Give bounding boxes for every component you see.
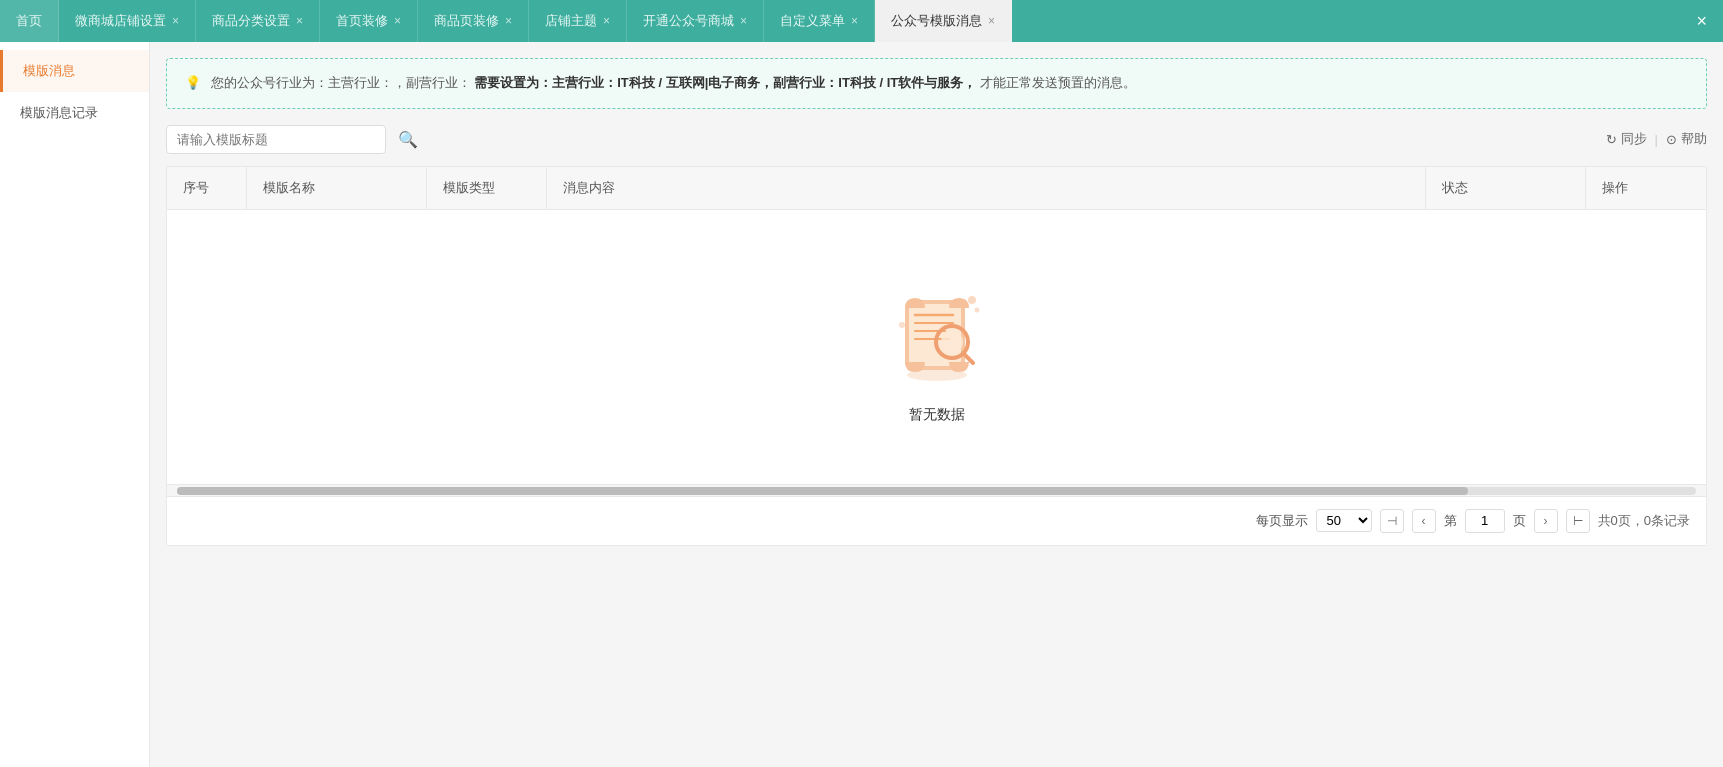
page-label: 第 [1444, 512, 1457, 530]
tab-menu-close[interactable]: × [851, 15, 858, 27]
page-size-label: 每页显示 [1256, 512, 1308, 530]
total-info: 共0页，0条记录 [1598, 512, 1690, 530]
col-type: 模版类型 [427, 167, 547, 209]
svg-point-12 [899, 322, 905, 328]
tab-mall-close[interactable]: × [740, 15, 747, 27]
search-icon: 🔍 [398, 131, 418, 148]
col-index: 序号 [167, 167, 247, 209]
tab-theme-close[interactable]: × [603, 15, 610, 27]
search-input[interactable] [166, 125, 386, 154]
empty-text: 暂无数据 [909, 406, 965, 424]
search-divider: | [1655, 132, 1658, 147]
table-header: 序号 模版名称 模版类型 消息内容 状态 操作 [167, 167, 1706, 210]
scrollbar-thumb[interactable] [177, 487, 1468, 495]
tab-menu-label: 自定义菜单 [780, 12, 845, 30]
help-label: 帮助 [1681, 130, 1707, 148]
tab-template-label: 公众号模版消息 [891, 12, 982, 30]
page-unit: 页 [1513, 512, 1526, 530]
tab-bar: 首页 微商城店铺设置 × 商品分类设置 × 首页装修 × 商品页装修 × 店铺主… [0, 0, 1723, 42]
notice-prefix: 您的公众号行业为：主营行业：，副营行业： [211, 75, 471, 90]
tab-home-label: 首页 [16, 12, 42, 30]
tab-homepage-label: 首页装修 [336, 12, 388, 30]
tab-product-close[interactable]: × [505, 15, 512, 27]
notice-box: 💡 您的公众号行业为：主营行业：，副营行业： 需要设置为：主营行业：IT科技 /… [166, 58, 1707, 109]
empty-illustration [877, 270, 997, 390]
col-content: 消息内容 [547, 167, 1426, 209]
tab-theme[interactable]: 店铺主题 × [529, 0, 627, 42]
search-left: 🔍 [166, 125, 422, 154]
prev-page-button[interactable]: ‹ [1412, 509, 1436, 533]
svg-point-11 [974, 307, 979, 312]
page-input[interactable] [1465, 509, 1505, 533]
tab-category-label: 商品分类设置 [212, 12, 290, 30]
tab-mall[interactable]: 开通公众号商城 × [627, 0, 764, 42]
svg-point-8 [941, 331, 963, 353]
tab-template-close[interactable]: × [988, 15, 995, 27]
notice-suffix: 才能正常发送预置的消息。 [980, 75, 1136, 90]
search-button[interactable]: 🔍 [394, 126, 422, 153]
sync-button[interactable]: ↻ 同步 [1606, 130, 1647, 148]
sync-label: 同步 [1621, 130, 1647, 148]
col-action: 操作 [1586, 167, 1706, 209]
tab-menu[interactable]: 自定义菜单 × [764, 0, 875, 42]
search-bar: 🔍 ↻ 同步 | ⊙ 帮助 [166, 125, 1707, 154]
next-page-button[interactable]: › [1534, 509, 1558, 533]
tab-wshop-label: 微商城店铺设置 [75, 12, 166, 30]
help-icon: ⊙ [1666, 132, 1677, 147]
search-right: ↻ 同步 | ⊙ 帮助 [1606, 130, 1707, 148]
tab-wshop[interactable]: 微商城店铺设置 × [59, 0, 196, 42]
tab-category[interactable]: 商品分类设置 × [196, 0, 320, 42]
table-container: 序号 模版名称 模版类型 消息内容 状态 操作 [166, 166, 1707, 546]
tab-mall-label: 开通公众号商城 [643, 12, 734, 30]
sidebar: 模版消息 模版消息记录 [0, 42, 150, 767]
sidebar-item-template-log-label: 模版消息记录 [20, 105, 98, 120]
tab-category-close[interactable]: × [296, 15, 303, 27]
col-status: 状态 [1426, 167, 1586, 209]
last-page-button[interactable]: ⊢ [1566, 509, 1590, 533]
col-name: 模版名称 [247, 167, 427, 209]
tab-product[interactable]: 商品页装修 × [418, 0, 529, 42]
pagination: 每页显示 50 10 20 100 ⊣ ‹ 第 页 › ⊢ 共0页，0条记录 [167, 496, 1706, 545]
main-layout: 模版消息 模版消息记录 💡 您的公众号行业为：主营行业：，副营行业： 需要设置为… [0, 42, 1723, 767]
tab-template[interactable]: 公众号模版消息 × [875, 0, 1012, 42]
tab-wshop-close[interactable]: × [172, 15, 179, 27]
tab-homepage[interactable]: 首页装修 × [320, 0, 418, 42]
horizontal-scrollbar[interactable] [167, 484, 1706, 496]
help-button[interactable]: ⊙ 帮助 [1666, 130, 1707, 148]
tab-theme-label: 店铺主题 [545, 12, 597, 30]
sync-icon: ↻ [1606, 132, 1617, 147]
scrollbar-track [177, 487, 1696, 495]
notice-highlight: 需要设置为：主营行业：IT科技 / 互联网|电子商务，副营行业：IT科技 / I… [474, 75, 976, 90]
empty-state: 暂无数据 [167, 210, 1706, 484]
tab-home[interactable]: 首页 [0, 0, 59, 42]
page-size-select[interactable]: 50 10 20 100 [1316, 509, 1372, 532]
sidebar-item-template-log[interactable]: 模版消息记录 [0, 92, 149, 134]
notice-icon: 💡 [185, 75, 201, 90]
tab-homepage-close[interactable]: × [394, 15, 401, 27]
sidebar-item-template-msg[interactable]: 模版消息 [0, 50, 149, 92]
tab-product-label: 商品页装修 [434, 12, 499, 30]
global-close-button[interactable]: × [1680, 11, 1723, 32]
content-area: 💡 您的公众号行业为：主营行业：，副营行业： 需要设置为：主营行业：IT科技 /… [150, 42, 1723, 767]
first-page-button[interactable]: ⊣ [1380, 509, 1404, 533]
svg-point-10 [968, 296, 976, 304]
sidebar-item-template-msg-label: 模版消息 [23, 63, 75, 78]
